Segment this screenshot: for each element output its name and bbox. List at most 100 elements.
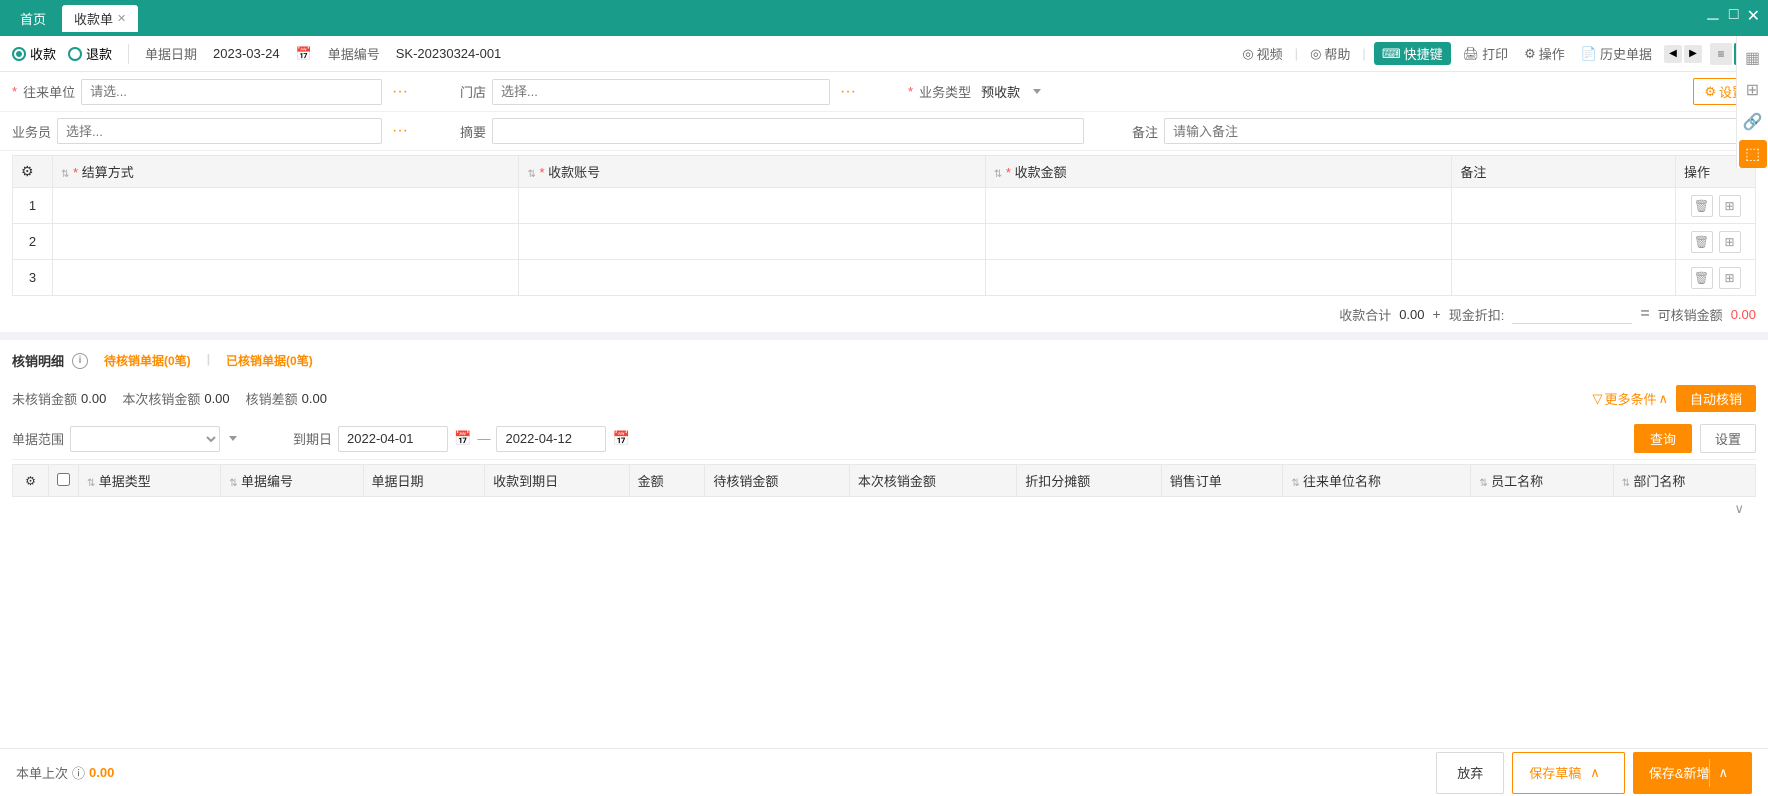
auto-cancel-button[interactable]: 自动核销 — [1676, 385, 1756, 412]
print-button[interactable]: 🖨 打印 — [1459, 42, 1513, 65]
bth-doctype-label: 单据类型 — [99, 474, 151, 489]
pending-tab[interactable]: 待核销单据(0笔) — [96, 350, 199, 371]
row-1-amount[interactable] — [985, 188, 1451, 224]
minimize-button[interactable]: － — [1705, 6, 1721, 30]
receipt-tab-close[interactable]: ✕ — [117, 12, 126, 25]
row-1-delete-icon[interactable]: 🗑 — [1691, 195, 1713, 217]
nav-tab-home[interactable]: 首页 — [8, 5, 58, 32]
row-2-settlement[interactable] — [53, 224, 519, 260]
bth-checkbox[interactable] — [49, 465, 79, 497]
save-new-button[interactable]: 保存&新增 ∧ — [1633, 752, 1752, 794]
completed-tab[interactable]: 已核销单据(0笔) — [218, 350, 321, 371]
counterparty-input[interactable] — [81, 79, 382, 105]
date-from-input[interactable] — [338, 426, 448, 452]
save-draft-button[interactable]: 保存草稿 ∧ — [1512, 752, 1625, 794]
list-view-btn[interactable]: ≡ — [1710, 43, 1732, 65]
store-input[interactable] — [492, 79, 830, 105]
date-value[interactable]: 2023-03-24 — [213, 46, 280, 61]
save-new-arrow[interactable]: ∧ — [1709, 759, 1736, 787]
date-to-input[interactable] — [496, 426, 606, 452]
receipt-tab-label: 收款单 — [74, 9, 113, 28]
filter-setting-button[interactable]: 设置 — [1700, 424, 1756, 453]
receipt-radio-label: 收款 — [30, 44, 56, 63]
nav-tab-receipt[interactable]: 收款单 ✕ — [62, 5, 138, 32]
expand-icon[interactable]: ∨ — [1734, 501, 1744, 516]
row-3-action: 🗑 ⊞ — [1676, 260, 1756, 296]
row-2-copy-icon[interactable]: ⊞ — [1719, 231, 1741, 253]
discount-input[interactable] — [1512, 304, 1632, 324]
row-1-settlement[interactable] — [53, 188, 519, 224]
bottom-info-label: 本单上次 — [16, 763, 68, 782]
cal-from-icon[interactable]: 📅 — [454, 430, 471, 447]
row-3-settlement[interactable] — [53, 260, 519, 296]
history-button[interactable]: 📄 历史单据 — [1577, 42, 1656, 65]
sidebar-icon-table[interactable]: ▦ — [1739, 44, 1767, 72]
row-1-action-icons: 🗑 ⊞ — [1684, 195, 1747, 217]
select-all-checkbox[interactable] — [57, 473, 70, 486]
row-3-copy-icon[interactable]: ⊞ — [1719, 267, 1741, 289]
row-3-amount[interactable] — [985, 260, 1451, 296]
section-info-icon[interactable]: i — [72, 353, 88, 369]
bth-dept-label: 部门名称 — [1633, 474, 1685, 489]
receipt-radio[interactable]: 收款 — [12, 44, 56, 63]
help-button[interactable]: ◎ 帮助 — [1306, 42, 1354, 65]
row-1-notes[interactable] — [1452, 188, 1676, 224]
row-2-account[interactable] — [519, 224, 985, 260]
save-draft-arrow[interactable]: ∧ — [1581, 759, 1608, 787]
row-3-notes[interactable] — [1452, 260, 1676, 296]
sidebar-icon-expand[interactable]: ⬚ — [1739, 140, 1767, 168]
range-select[interactable] — [70, 426, 220, 452]
th-gear[interactable]: ⚙ — [13, 156, 53, 188]
shortcut-button[interactable]: ⌨ 快捷键 — [1374, 42, 1451, 65]
net-amount-label: 可核销金额 — [1658, 305, 1723, 324]
biz-required: * — [908, 84, 913, 99]
section-title-row: 核销明细 i 待核销单据(0笔) | 已核销单据(0笔) — [12, 350, 1756, 371]
range-dropdown-icon[interactable] — [229, 436, 237, 441]
row-3-account[interactable] — [519, 260, 985, 296]
operation-button[interactable]: ⚙ 操作 — [1520, 42, 1569, 65]
maximize-button[interactable]: □ — [1729, 6, 1739, 30]
row-1-copy-icon[interactable]: ⊞ — [1719, 195, 1741, 217]
counterparty-ellipsis[interactable]: ··· — [388, 83, 412, 101]
store-ellipsis[interactable]: ··· — [836, 83, 860, 101]
bth-staff-label: 员工名称 — [1491, 474, 1543, 489]
close-button[interactable]: ✕ — [1747, 6, 1760, 30]
divider-1 — [128, 44, 129, 64]
abandon-button[interactable]: 放弃 — [1436, 752, 1504, 794]
biz-type-dropdown[interactable] — [1033, 89, 1041, 94]
nav-arrows: ◀ ▶ — [1664, 45, 1702, 63]
sidebar-icon-grid[interactable]: ⊞ — [1739, 76, 1767, 104]
diff-value: 0.00 — [302, 391, 327, 406]
prev-arrow[interactable]: ◀ — [1664, 45, 1682, 63]
calendar-icon[interactable]: 📅 — [296, 46, 312, 62]
bottom-info: 本单上次 ⓘ 0.00 — [16, 763, 114, 782]
uncleared-label: 未核销金额 — [12, 389, 77, 408]
refund-radio[interactable]: 退款 — [68, 44, 112, 63]
bth-gear[interactable]: ⚙ — [13, 465, 49, 497]
bottom-info-icon[interactable]: ⓘ — [72, 763, 85, 782]
row-2-amount[interactable] — [985, 224, 1451, 260]
range-field: 单据范围 — [12, 426, 237, 452]
th-settlement-label: 结算方式 — [82, 165, 134, 180]
staff-ellipsis[interactable]: ··· — [388, 122, 412, 140]
number-value[interactable]: SK-20230324-001 — [396, 46, 502, 61]
bth-salesorder: 销售订单 — [1161, 465, 1283, 497]
summary-input[interactable] — [492, 118, 1084, 144]
cal-to-icon[interactable]: 📅 — [612, 430, 629, 447]
table-gear-icon[interactable]: ⚙ — [21, 163, 34, 179]
row-2-notes[interactable] — [1452, 224, 1676, 260]
sidebar-icon-attachment[interactable]: 🔗 — [1739, 108, 1767, 136]
row-1-account[interactable] — [519, 188, 985, 224]
query-button[interactable]: 查询 — [1634, 424, 1692, 453]
staff-input[interactable] — [57, 118, 382, 144]
table-row: 2 🗑 ⊞ — [13, 224, 1756, 260]
next-arrow[interactable]: ▶ — [1684, 45, 1702, 63]
row-2-delete-icon[interactable]: 🗑 — [1691, 231, 1713, 253]
notes-input[interactable] — [1164, 118, 1756, 144]
current-label: 本次核销金额 — [122, 389, 200, 408]
more-conditions-btn[interactable]: ▽ 更多条件 ∧ — [1592, 389, 1668, 408]
date-field: 到期日 📅 — 📅 — [293, 426, 630, 452]
due-date-label: 到期日 — [293, 429, 332, 448]
row-3-delete-icon[interactable]: 🗑 — [1691, 267, 1713, 289]
video-button[interactable]: ◎ 视频 — [1238, 42, 1286, 65]
